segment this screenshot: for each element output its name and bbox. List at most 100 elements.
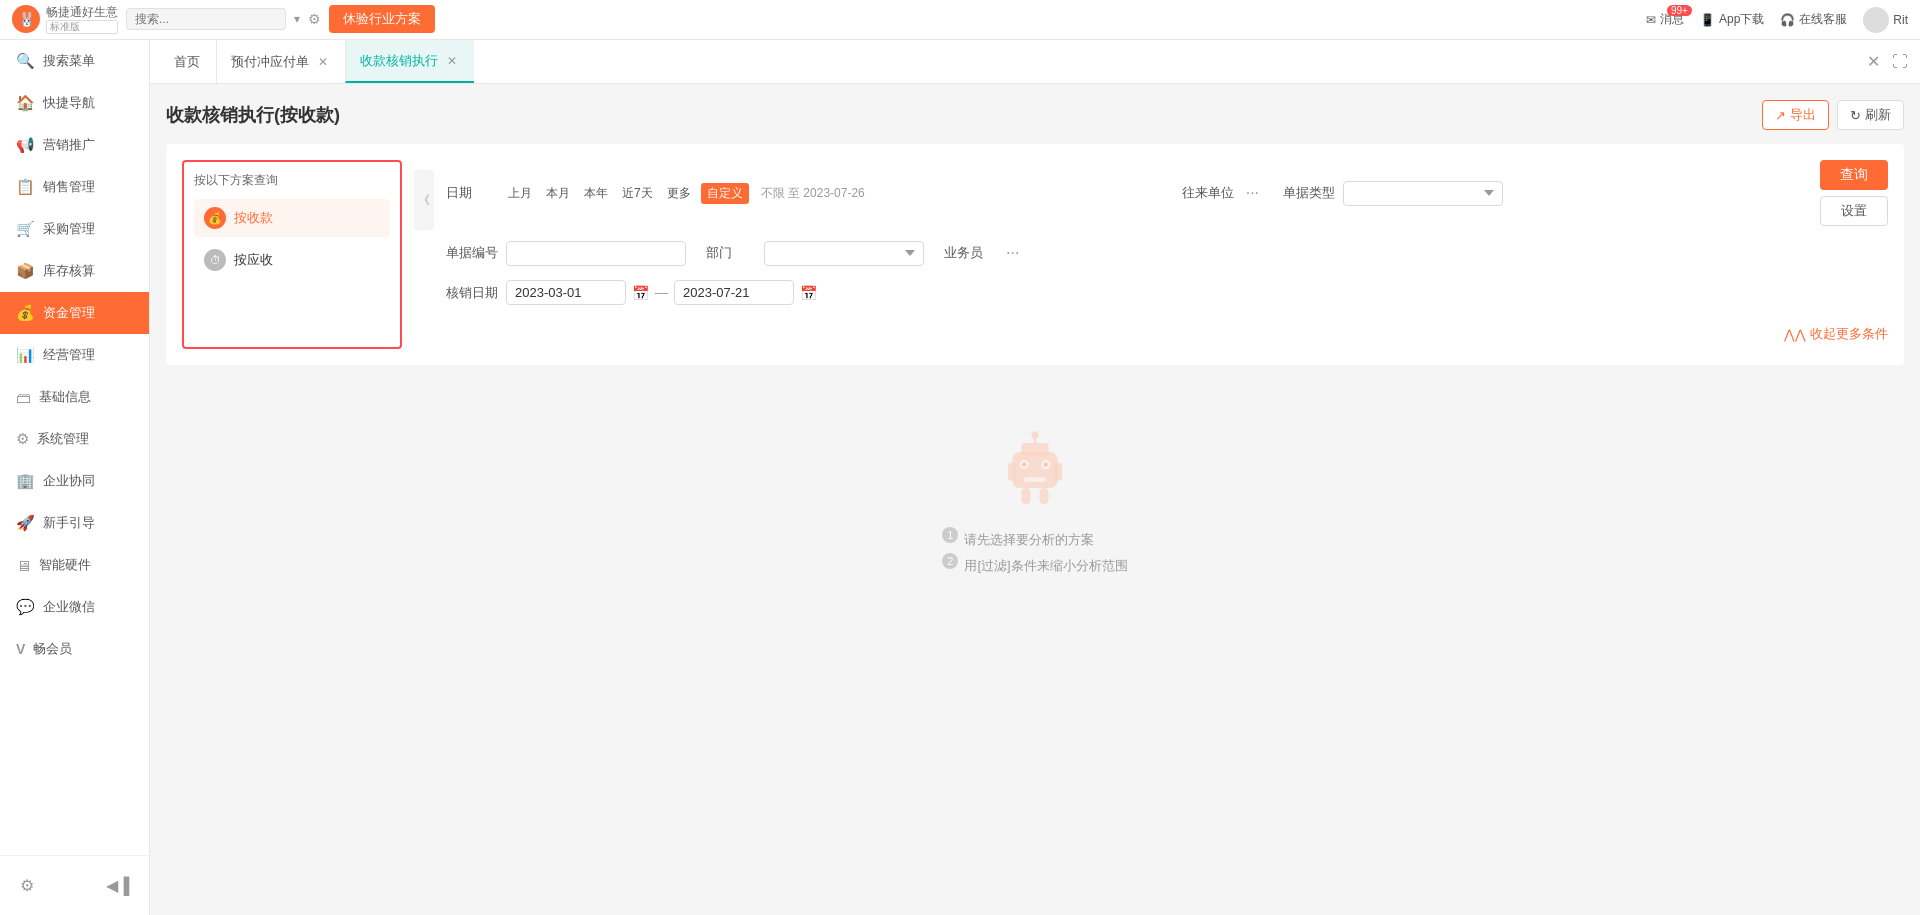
member-icon: V bbox=[16, 641, 25, 657]
date-link-thisyear[interactable]: 本年 bbox=[580, 183, 612, 204]
page-content: 收款核销执行(按收款) ↗ 导出 ↻ 刷新 按以下方案查询 bbox=[150, 84, 1920, 915]
search-icon: 🔍 bbox=[16, 52, 35, 70]
query-button[interactable]: 查询 bbox=[1820, 160, 1888, 190]
svg-rect-11 bbox=[1022, 488, 1031, 504]
sidebar-item-guide[interactable]: 🚀 新手引导 bbox=[0, 502, 149, 544]
filter-option-by-receivable[interactable]: ⏱ 按应收 bbox=[194, 241, 390, 279]
avatar bbox=[1863, 7, 1889, 33]
collapse-filter-button[interactable]: 《 bbox=[414, 170, 434, 230]
sidebar-item-label: 基础信息 bbox=[39, 388, 91, 406]
settings-bottom-icon[interactable]: ⚙ bbox=[8, 864, 46, 907]
sidebar-item-label: 畅会员 bbox=[33, 640, 72, 658]
page-title: 收款核销执行(按收款) bbox=[166, 103, 340, 127]
tip-num-2: 2 bbox=[942, 553, 958, 569]
sidebar-item-sales[interactable]: 📋 销售管理 bbox=[0, 166, 149, 208]
refresh-label: 刷新 bbox=[1865, 106, 1891, 124]
sidebar-item-marketing[interactable]: 📢 营销推广 bbox=[0, 124, 149, 166]
export-button[interactable]: ↗ 导出 bbox=[1762, 100, 1829, 130]
receivable-option-icon: ⏱ bbox=[204, 249, 226, 271]
docno-input[interactable] bbox=[506, 241, 686, 266]
solution-button[interactable]: 休验行业方案 bbox=[329, 5, 435, 33]
collapse-sidebar-icon[interactable]: ◀▐ bbox=[94, 864, 141, 907]
sidebar-item-system[interactable]: ⚙ 系统管理 bbox=[0, 418, 149, 460]
sidebar-item-inventory[interactable]: 📦 库存核算 bbox=[0, 250, 149, 292]
sidebar-item-enterprise[interactable]: 🏢 企业协同 bbox=[0, 460, 149, 502]
sidebar-item-purchase[interactable]: 🛒 采购管理 bbox=[0, 208, 149, 250]
search-input[interactable] bbox=[126, 8, 286, 30]
sidebar-item-basic-info[interactable]: 🗃 基础信息 bbox=[0, 376, 149, 418]
message-button[interactable]: ✉ 消息 99+ bbox=[1646, 11, 1684, 28]
chevron-down-icon[interactable]: ▾ bbox=[294, 12, 300, 26]
doctype-filter-item: 单据类型 bbox=[1283, 181, 1503, 206]
online-service-label: 在线客服 bbox=[1799, 11, 1847, 28]
hardware-icon: 🖥 bbox=[16, 557, 31, 574]
calendar-end-icon[interactable]: 📅 bbox=[800, 285, 817, 301]
export-icon: ↗ bbox=[1775, 108, 1786, 123]
date-link-custom[interactable]: 自定义 bbox=[701, 183, 749, 204]
sidebar-item-label: 快捷导航 bbox=[43, 94, 95, 112]
sidebar-item-finance[interactable]: 💰 资金管理 bbox=[0, 292, 149, 334]
refresh-button[interactable]: ↻ 刷新 bbox=[1837, 100, 1904, 130]
collapse-more-button[interactable]: ⋀⋀ 收起更多条件 bbox=[446, 319, 1888, 349]
date-label: 日期 bbox=[446, 184, 496, 202]
date-link-lastmonth[interactable]: 上月 bbox=[504, 183, 536, 204]
receivable-option-label: 按应收 bbox=[234, 251, 273, 269]
svg-rect-8 bbox=[1024, 477, 1046, 482]
close-tab-button[interactable]: ✕ bbox=[1863, 48, 1884, 75]
svg-rect-12 bbox=[1040, 488, 1049, 504]
tabs-left: 首页 预付冲应付单 ✕ 收款核销执行 ✕ bbox=[158, 40, 474, 83]
doctype-select[interactable] bbox=[1343, 181, 1503, 206]
date-link-7days[interactable]: 近7天 bbox=[618, 183, 657, 204]
tab-prepay[interactable]: 预付冲应付单 ✕ bbox=[216, 40, 345, 83]
export-label: 导出 bbox=[1790, 106, 1816, 124]
verify-date-label: 核销日期 bbox=[446, 284, 498, 302]
verify-date-end-input[interactable] bbox=[674, 280, 794, 305]
verify-date-range: 📅 — 📅 bbox=[506, 280, 817, 305]
staff-dots-icon[interactable]: ··· bbox=[1002, 240, 1023, 266]
sidebar-item-search[interactable]: 🔍 搜索菜单 bbox=[0, 40, 149, 82]
message-icon: ✉ bbox=[1646, 13, 1656, 27]
sidebar-item-wechat[interactable]: 💬 企业微信 bbox=[0, 586, 149, 628]
tab-label: 收款核销执行 bbox=[360, 52, 438, 70]
sidebar-item-member[interactable]: V 畅会员 bbox=[0, 628, 149, 670]
filter-conditions: 日期 上月 本月 本年 近7天 更多 自定义 不限 至 2023-07-26 bbox=[446, 160, 1888, 349]
page-header: 收款核销执行(按收款) ↗ 导出 ↻ 刷新 bbox=[166, 100, 1904, 130]
staff-filter-item: 业务员 ··· bbox=[944, 240, 1023, 266]
filter-option-by-receipt[interactable]: 💰 按收款 bbox=[194, 199, 390, 237]
svg-point-3 bbox=[1031, 431, 1038, 438]
online-service-button[interactable]: 🎧 在线客服 bbox=[1780, 11, 1847, 28]
purchase-icon: 🛒 bbox=[16, 220, 35, 238]
expand-tab-button[interactable]: ⛶ bbox=[1888, 49, 1912, 75]
user-area[interactable]: Rit bbox=[1863, 7, 1908, 33]
message-badge: 99+ bbox=[1667, 5, 1692, 16]
sidebar-item-label: 库存核算 bbox=[43, 262, 95, 280]
tab-receipt-verify[interactable]: 收款核销执行 ✕ bbox=[345, 40, 474, 83]
sidebar-item-hardware[interactable]: 🖥 智能硬件 bbox=[0, 544, 149, 586]
verify-date-start-input[interactable] bbox=[506, 280, 626, 305]
date-link-more[interactable]: 更多 bbox=[663, 183, 695, 204]
filter-scheme-title: 按以下方案查询 bbox=[194, 172, 390, 189]
tab-close-icon[interactable]: ✕ bbox=[315, 54, 331, 70]
sidebar-item-management[interactable]: 📊 经营管理 bbox=[0, 334, 149, 376]
settings-button[interactable]: 设置 bbox=[1820, 196, 1888, 226]
system-icon: ⚙ bbox=[16, 430, 29, 448]
tab-home[interactable]: 首页 bbox=[158, 40, 216, 83]
enterprise-icon: 🏢 bbox=[16, 472, 35, 490]
receipt-option-label: 按收款 bbox=[234, 209, 273, 227]
dept-select[interactable] bbox=[764, 241, 924, 266]
date-link-thismonth[interactable]: 本月 bbox=[542, 183, 574, 204]
sidebar-item-label: 智能硬件 bbox=[39, 556, 91, 574]
tab-close-active-icon[interactable]: ✕ bbox=[444, 53, 460, 69]
partner-dots-icon[interactable]: ··· bbox=[1242, 180, 1263, 206]
topbar: 🐰 畅捷通好生意 标准版 ▾ ⚙ 休验行业方案 ✉ 消息 99+ 📱 App下载… bbox=[0, 0, 1920, 40]
gear-icon[interactable]: ⚙ bbox=[308, 11, 321, 27]
calendar-start-icon[interactable]: 📅 bbox=[632, 285, 649, 301]
sidebar-item-label: 新手引导 bbox=[43, 514, 95, 532]
sidebar-item-navigation[interactable]: 🏠 快捷导航 bbox=[0, 82, 149, 124]
svg-rect-9 bbox=[1008, 463, 1015, 481]
app-download-button[interactable]: 📱 App下载 bbox=[1700, 11, 1764, 28]
tip-text-2: 用[过滤]条件来缩小分析范围 bbox=[964, 553, 1127, 579]
svg-rect-0 bbox=[1013, 452, 1058, 488]
brand-badge: 标准版 bbox=[46, 20, 118, 34]
sidebar-item-label: 资金管理 bbox=[43, 304, 95, 322]
